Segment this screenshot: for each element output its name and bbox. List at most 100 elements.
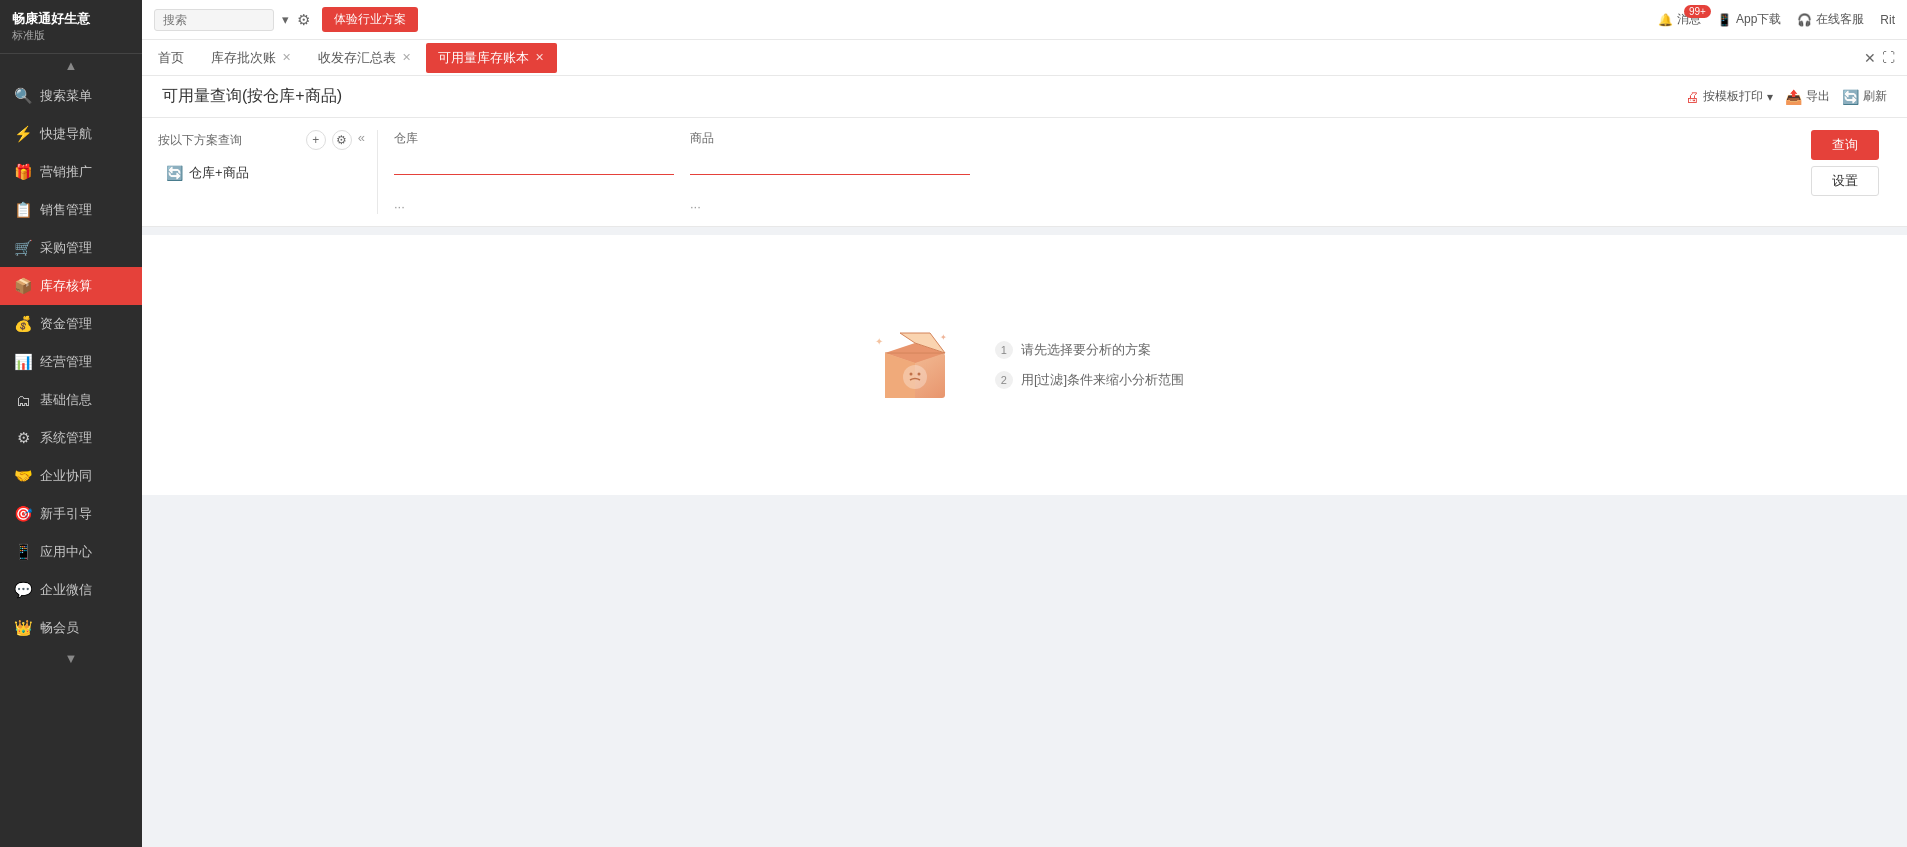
scheme-item-icon: 🔄 xyxy=(166,165,183,181)
sidebar-item-inventory[interactable]: 📦 库存核算 xyxy=(0,267,142,305)
filter-panel: 按以下方案查询 + ⚙ « 🔄 仓库+商品 仓库 ··· xyxy=(142,118,1907,227)
online-service-button[interactable]: 🎧 在线客服 xyxy=(1797,11,1864,28)
print-dropdown-icon[interactable]: ▾ xyxy=(1767,90,1773,104)
product-more-icon[interactable]: ··· xyxy=(690,199,970,214)
page-content: 可用量查询(按仓库+商品) 🖨 按模板打印 ▾ 📤 导出 🔄 刷新 xyxy=(142,76,1907,847)
headset-icon: 🎧 xyxy=(1797,13,1812,27)
page-actions: 🖨 按模板打印 ▾ 📤 导出 🔄 刷新 xyxy=(1685,88,1887,105)
warehouse-input[interactable] xyxy=(394,151,674,175)
sidebar-item-purchase[interactable]: 🛒 采购管理 xyxy=(0,229,142,267)
sidebar-item-quick-nav[interactable]: ⚡ 快捷导航 xyxy=(0,115,142,153)
svg-point-5 xyxy=(903,365,927,389)
sidebar-item-label: 搜索菜单 xyxy=(40,87,92,105)
tip-num-2: 2 xyxy=(995,371,1013,389)
sidebar-item-enterprise-wechat[interactable]: 💬 企业微信 xyxy=(0,571,142,609)
tab-available-ledger[interactable]: 可用量库存账本 ✕ xyxy=(426,43,557,73)
topbar-search-input[interactable] xyxy=(154,9,274,31)
tab-available-ledger-label: 可用量库存账本 xyxy=(438,49,529,67)
empty-tip-2: 2 用[过滤]条件来缩小分析范围 xyxy=(995,371,1184,389)
tab-batch-account-label: 库存批次账 xyxy=(211,49,276,67)
tab-batch-account[interactable]: 库存批次账 ✕ xyxy=(199,43,304,73)
refresh-icon: 🔄 xyxy=(1842,89,1859,105)
sidebar-item-members[interactable]: 👑 畅会员 xyxy=(0,609,142,647)
purchase-icon: 🛒 xyxy=(14,239,32,257)
user-menu[interactable]: Rit xyxy=(1880,13,1895,27)
mobile-icon: 📱 xyxy=(1717,13,1732,27)
tab-available-ledger-close[interactable]: ✕ xyxy=(535,51,544,64)
sidebar-item-new-guide[interactable]: 🎯 新手引导 xyxy=(0,495,142,533)
filter-scheme-label: 按以下方案查询 xyxy=(158,132,242,149)
sidebar-item-operations[interactable]: 📊 经营管理 xyxy=(0,343,142,381)
query-button[interactable]: 查询 xyxy=(1811,130,1879,160)
settings-button[interactable]: 设置 xyxy=(1811,166,1879,196)
add-scheme-button[interactable]: + xyxy=(306,130,326,150)
sidebar-item-label: 营销推广 xyxy=(40,163,92,181)
tip-num-1: 1 xyxy=(995,341,1013,359)
tabbar: 首页 库存批次账 ✕ 收发存汇总表 ✕ 可用量库存账本 ✕ ✕ ⛶ xyxy=(142,40,1907,76)
svg-point-6 xyxy=(909,373,912,376)
product-input[interactable] xyxy=(690,151,970,175)
filter-scheme-header: 按以下方案查询 + ⚙ « xyxy=(158,130,365,150)
app-logo: 畅康通好生意 标准版 xyxy=(0,0,142,54)
username: Rit xyxy=(1880,13,1895,27)
sidebar-item-label: 企业协同 xyxy=(40,467,92,485)
filter-scheme-actions: + ⚙ « xyxy=(306,130,365,150)
sidebar-scroll-up[interactable]: ▲ xyxy=(0,54,142,77)
sidebar-scroll-down[interactable]: ▼ xyxy=(0,647,142,670)
online-service-label: 在线客服 xyxy=(1816,11,1864,28)
sidebar-item-marketing[interactable]: 🎁 营销推广 xyxy=(0,153,142,191)
empty-tips: 1 请先选择要分析的方案 2 用[过滤]条件来缩小分析范围 xyxy=(995,341,1184,389)
main-area: ▾ ⚙ 体验行业方案 🔔 消息 99+ 📱 App下载 🎧 在线客服 Rit xyxy=(142,0,1907,847)
export-action[interactable]: 📤 导出 xyxy=(1785,88,1830,105)
svg-point-7 xyxy=(917,373,920,376)
tabbar-expand-icon[interactable]: ⛶ xyxy=(1882,50,1895,65)
collapse-filter-button[interactable]: « xyxy=(358,130,365,150)
svg-text:✦: ✦ xyxy=(875,336,883,347)
sidebar-item-finance[interactable]: 💰 资金管理 xyxy=(0,305,142,343)
finance-icon: 💰 xyxy=(14,315,32,333)
sidebar-item-sales[interactable]: 📋 销售管理 xyxy=(0,191,142,229)
tab-home[interactable]: 首页 xyxy=(146,43,197,73)
sidebar-item-label: 企业微信 xyxy=(40,581,92,599)
topbar-dropdown-icon[interactable]: ▾ xyxy=(282,12,289,27)
empty-tip-1-text: 请先选择要分析的方案 xyxy=(1021,341,1151,359)
tabbar-close-icon[interactable]: ✕ xyxy=(1864,50,1876,66)
enterprise-icon: 🤝 xyxy=(14,467,32,485)
bell-icon: 🔔 xyxy=(1658,13,1673,27)
refresh-action[interactable]: 🔄 刷新 xyxy=(1842,88,1887,105)
sidebar-item-label: 库存核算 xyxy=(40,277,92,295)
sales-icon: 📋 xyxy=(14,201,32,219)
warehouse-field: 仓库 ··· xyxy=(394,130,674,214)
sidebar-item-label: 快捷导航 xyxy=(40,125,92,143)
search-icon: 🔍 xyxy=(14,87,32,105)
page-title: 可用量查询(按仓库+商品) xyxy=(162,86,342,107)
tab-receipt-summary[interactable]: 收发存汇总表 ✕ xyxy=(306,43,424,73)
svg-text:✦: ✦ xyxy=(940,333,947,342)
industry-solution-button[interactable]: 体验行业方案 xyxy=(322,7,418,32)
sidebar-item-enterprise[interactable]: 🤝 企业协同 xyxy=(0,457,142,495)
filter-scheme-panel: 按以下方案查询 + ⚙ « 🔄 仓库+商品 xyxy=(158,130,378,214)
sidebar-item-basic-info[interactable]: 🗂 基础信息 xyxy=(0,381,142,419)
tab-batch-account-close[interactable]: ✕ xyxy=(282,51,291,64)
app-name: 畅康通好生意 xyxy=(12,10,130,28)
inventory-icon: 📦 xyxy=(14,277,32,295)
manage-scheme-button[interactable]: ⚙ xyxy=(332,130,352,150)
filter-fields: 仓库 ··· 商品 ··· xyxy=(378,130,1799,214)
sidebar-item-app-center[interactable]: 📱 应用中心 xyxy=(0,533,142,571)
notifications-button[interactable]: 🔔 消息 99+ xyxy=(1658,11,1701,28)
print-icon: 🖨 xyxy=(1685,89,1699,105)
tab-receipt-summary-close[interactable]: ✕ xyxy=(402,51,411,64)
product-field: 商品 ··· xyxy=(690,130,970,214)
print-action[interactable]: 🖨 按模板打印 ▾ xyxy=(1685,88,1773,105)
sidebar-item-label: 畅会员 xyxy=(40,619,79,637)
sidebar-item-search[interactable]: 🔍 搜索菜单 xyxy=(0,77,142,115)
topbar-gear-icon[interactable]: ⚙ xyxy=(297,11,310,29)
app-download-label: App下载 xyxy=(1736,11,1781,28)
sidebar-item-system[interactable]: ⚙ 系统管理 xyxy=(0,419,142,457)
export-label: 导出 xyxy=(1806,88,1830,105)
warehouse-more-icon[interactable]: ··· xyxy=(394,199,674,214)
scheme-item-warehouse-product[interactable]: 🔄 仓库+商品 xyxy=(158,158,365,188)
sidebar-item-label: 资金管理 xyxy=(40,315,92,333)
refresh-label: 刷新 xyxy=(1863,88,1887,105)
app-download-button[interactable]: 📱 App下载 xyxy=(1717,11,1781,28)
